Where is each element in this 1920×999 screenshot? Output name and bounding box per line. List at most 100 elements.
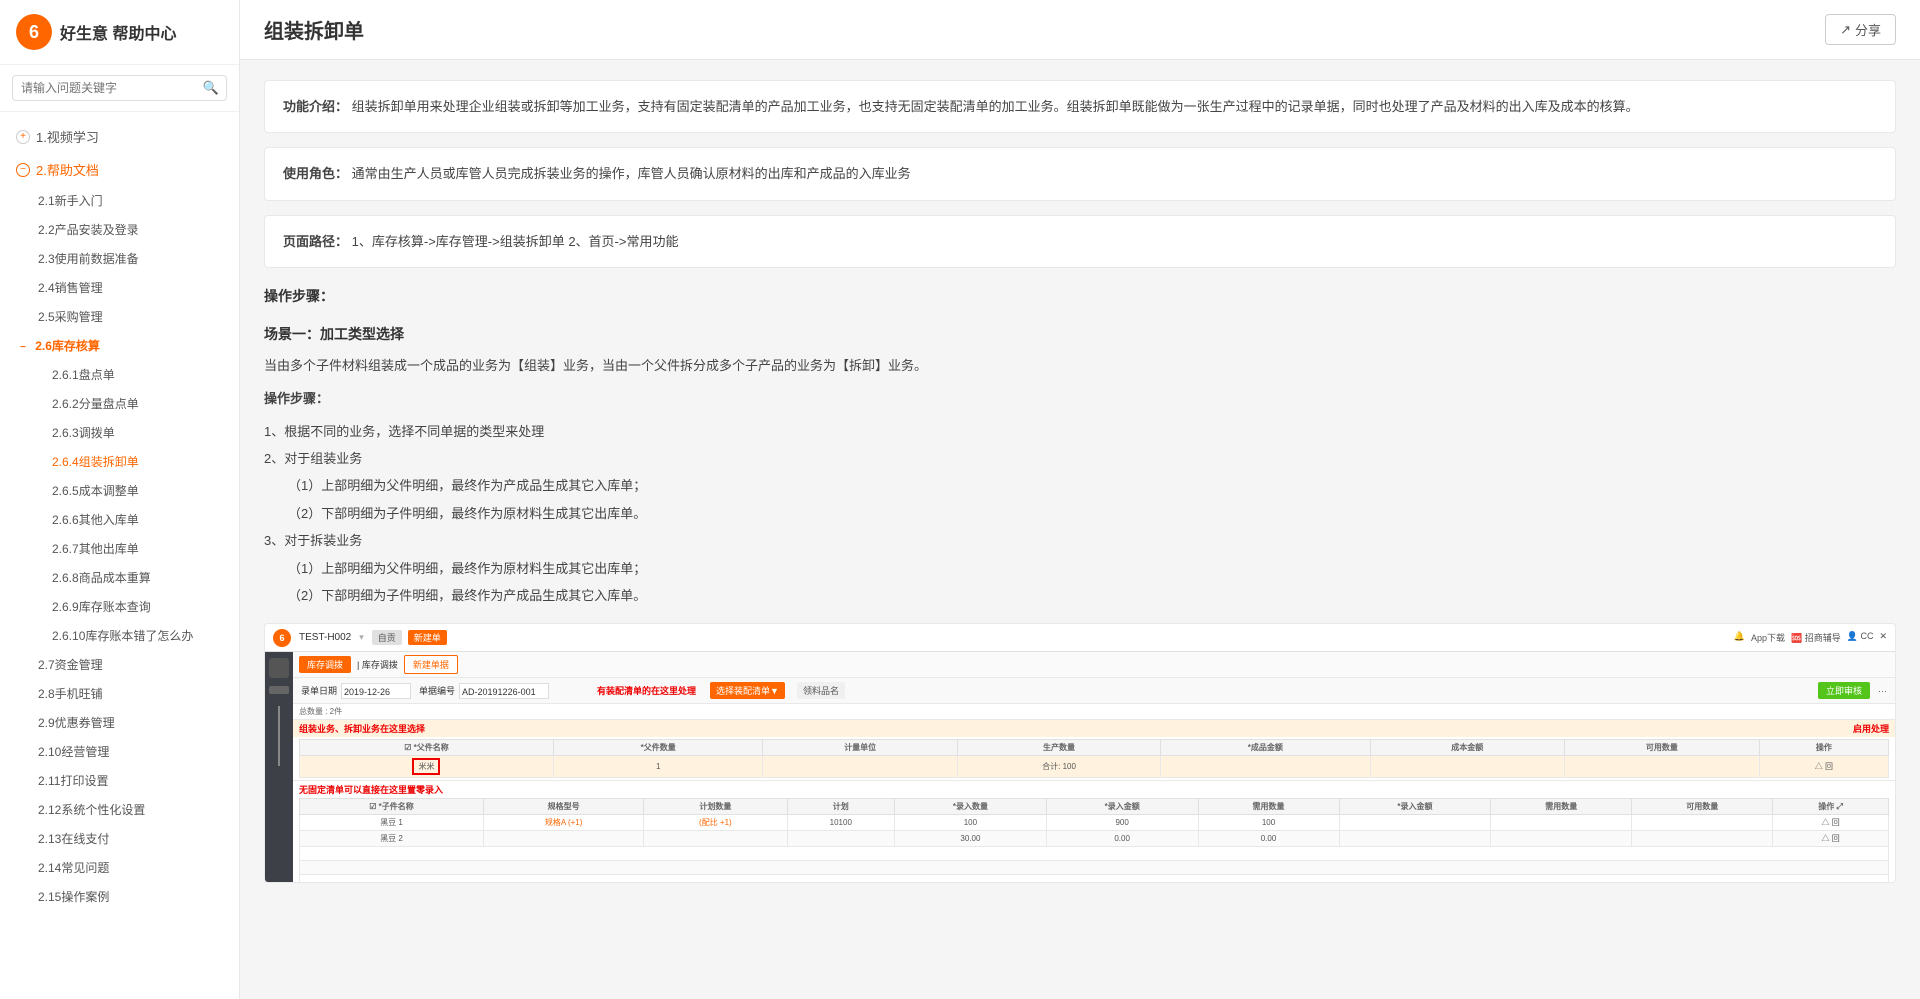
func-intro-text: 功能介绍： 组装拆卸单用来处理企业组装或拆卸等加工业务，支持有固定装配清单的产品… [283,95,1877,118]
inner-upper-ops: △ 回 [1759,756,1888,778]
inner-lower-col-5: *录入数量 [895,799,1047,815]
inner-lower-col-3: 计划数量 [644,799,787,815]
steps-heading: 操作步骤： [264,387,1896,412]
sidebar-item-2-14[interactable]: 2.14常见问题 [0,853,239,882]
search-input[interactable] [12,75,227,101]
app-logo-text: 好生意 帮助中心 [60,20,176,44]
inner-lower-table: ☑ *子件名称 规格型号 计划数量 计划 *录入数量 *录入金额 需用数量 *录… [299,798,1889,882]
sidebar-item-2-3[interactable]: 2.3使用前数据准备 [0,244,239,273]
path-label: 页面路径： [283,234,348,249]
sidebar-item-2-6-2[interactable]: 2.6.2分量盘点单 [0,389,239,418]
inner-lower-iamt-2: 0.00 [1046,831,1198,847]
scenario-heading: 场景一：加工类型选择 [264,324,1896,344]
inner-lower-iqty-2: 30.00 [895,831,1047,847]
sidebar-item-2-8[interactable]: 2.8手机旺铺 [0,679,239,708]
inner-lower-need-1: 100 [1198,815,1339,831]
logo-char: 6 [29,22,39,43]
inner-lower-col-4: 计划 [787,799,894,815]
step-3: 3、对于拆装业务 [264,529,1896,552]
annotation-clearlist: 有装配清单的在这里处理 [597,684,696,697]
inner-right-icons: 🔔 App下载 🆘 招商辅导 👤 CC ✕ [1734,631,1887,644]
scenario-desc: 当由多个子件材料组装成一个成品的业务为【组装】业务，当由一个父件拆分成多个子产品… [264,354,1896,379]
docs-subitems: 2.1新手入门 2.2产品安装及登录 2.3使用前数据准备 2.4销售管理 2.… [0,186,239,911]
inner-upper-amount [1161,756,1370,778]
sidebar-item-label: 2.帮助文档 [36,160,99,179]
sidebar-item-2-6-3[interactable]: 2.6.3调拨单 [0,418,239,447]
inner-logo: 6 [273,629,291,647]
inner-lower-row-1: 黑豆 1 规格A (+1) (配比 +1) 10100 100 900 100 [300,815,1889,831]
inner-upper-label-row: 组装业务、拆卸业务在这里选择 启用处理 [293,720,1895,737]
inner-close-icon: ✕ [1879,631,1887,644]
sidebar-item-2-6-6[interactable]: 2.6.6其他入库单 [0,505,239,534]
sidebar-item-2-6-5[interactable]: 2.6.5成本调整单 [0,476,239,505]
sidebar-item-2-10[interactable]: 2.10经营管理 [0,737,239,766]
inner-lower-p-2 [787,831,894,847]
main-content: 组装拆卸单 ↗ 分享 功能介绍： 组装拆卸单用来处理企业组装或拆卸等加工业务，支… [240,0,1920,999]
inner-lower-p-1: 10100 [787,815,894,831]
role-block: 使用角色： 通常由生产人员或库管人员完成拆装业务的操作，库管人员确认原材料的出库… [264,147,1896,200]
share-button[interactable]: ↗ 分享 [1825,14,1896,45]
inner-lower-ops-2: △ 回 [1773,831,1889,847]
inner-upper-name-box: 米米 [412,758,440,775]
inner-upper-col-6: 成本金额 [1370,740,1565,756]
sidebar-item-2-1[interactable]: 2.1新手入门 [0,186,239,215]
sidebar-item-2-15[interactable]: 2.15操作案例 [0,882,239,911]
inner-upper-unit [763,756,958,778]
inner-company: TEST-H002 [299,632,351,643]
inner-btn-newdoc[interactable]: 新建单据 [404,655,458,674]
inner-icon-app: App下载 [1751,631,1785,644]
inner-btn-more[interactable]: ··· [1878,686,1887,696]
inner-ordernum-value[interactable]: AD-20191226-001 [459,683,549,699]
inner-upper-qty: 1 [553,756,762,778]
inner-lower-col-op: 操作 ⤢ [1773,799,1889,815]
inner-upper-col-op: 操作 [1759,740,1888,756]
inner-date-group: 录单日期 2019-12-26 [301,683,411,699]
path-block: 页面路径： 1、库存核算->库存管理->组装拆卸单 2、首页->常用功能 [264,215,1896,268]
sidebar-item-2-6-9[interactable]: 2.6.9库存账本查询 [0,592,239,621]
sidebar-item-2-6-7[interactable]: 2.6.7其他出库单 [0,534,239,563]
inner-upper-col-2: *父件数量 [553,740,762,756]
search-box[interactable]: 🔍 [0,65,239,112]
inner-separator: ▾ [359,632,364,643]
inner-btn-stocktype[interactable]: 库存调拨 [299,656,351,673]
inner-total-count: 总数量 : 2件 [299,706,342,717]
inner-label-doctype: | 库存调拨 [357,658,398,671]
sidebar-item-2-6-4[interactable]: 2.6.4组装拆卸单 [0,447,239,476]
sidebar-item-2-13[interactable]: 2.13在线支付 [0,824,239,853]
scenario-desc-text: 当由多个子件材料组装成一个成品的业务为【组装】业务，当由一个父件拆分成多个子产品… [264,358,927,373]
group-label: 2.6库存核算 [35,339,100,353]
func-intro-content: 组装拆卸单用来处理企业组装或拆卸等加工业务，支持有固定装配清单的产品加工业务，也… [352,99,1639,114]
inner-menu-dot [269,658,289,678]
inner-date-value[interactable]: 2019-12-26 [341,683,411,699]
sidebar-item-2-6-10[interactable]: 2.6.10库存账本错了怎么办 [0,621,239,650]
inner-btn-select[interactable]: 选择装配清单▼ [710,682,785,699]
sidebar-item-2-5[interactable]: 2.5采购管理 [0,302,239,331]
sidebar-item-2-6-8[interactable]: 2.6.8商品成本重算 [0,563,239,592]
sidebar-item-video[interactable]: + 1.视频学习 [0,120,239,153]
inner-left-sidebar [265,652,293,882]
inner-lower-table-wrap: ☑ *子件名称 规格型号 计划数量 计划 *录入数量 *录入金额 需用数量 *录… [293,798,1895,882]
inner-lower-label: 无固定清单可以直接在这里置零录入 [293,780,1895,798]
inner-warehouse-input[interactable]: 领料品名 [797,682,845,699]
app-logo-icon: 6 [16,14,52,50]
inner-lower-iqty-1: 100 [895,815,1047,831]
page-title: 组装拆卸单 [264,15,364,44]
sidebar-group-2-6[interactable]: − 2.6库存核算 [0,331,239,360]
sidebar-item-2-2[interactable]: 2.2产品安装及登录 [0,215,239,244]
search-icon[interactable]: 🔍 [203,80,219,96]
sidebar-logo: 6 好生意 帮助中心 [0,0,239,65]
sidebar-item-2-6-1[interactable]: 2.6.1盘点单 [0,360,239,389]
func-intro-label: 功能介绍： [283,99,348,114]
inner-lower-empty-4 [300,861,1889,875]
sidebar-item-2-11[interactable]: 2.11打印设置 [0,766,239,795]
inner-btn-ok[interactable]: 立即审核 [1818,682,1870,699]
inner-upper-col-4: 生产数量 [957,740,1160,756]
sidebar-item-2-9[interactable]: 2.9优惠券管理 [0,708,239,737]
step-2-sub1: （1）上部明细为父件明细，最终作为产成品生成其它入库单； [288,474,1896,497]
sidebar-item-2-4[interactable]: 2.4销售管理 [0,273,239,302]
sidebar-item-2-7[interactable]: 2.7资金管理 [0,650,239,679]
inner-icon-bell: 🔔 [1734,631,1745,644]
step-2-sub2: （2）下部明细为子件明细，最终作为原材料生成其它出库单。 [288,502,1896,525]
sidebar-item-2-12[interactable]: 2.12系统个性化设置 [0,795,239,824]
sidebar-item-docs[interactable]: − 2.帮助文档 [0,153,239,186]
